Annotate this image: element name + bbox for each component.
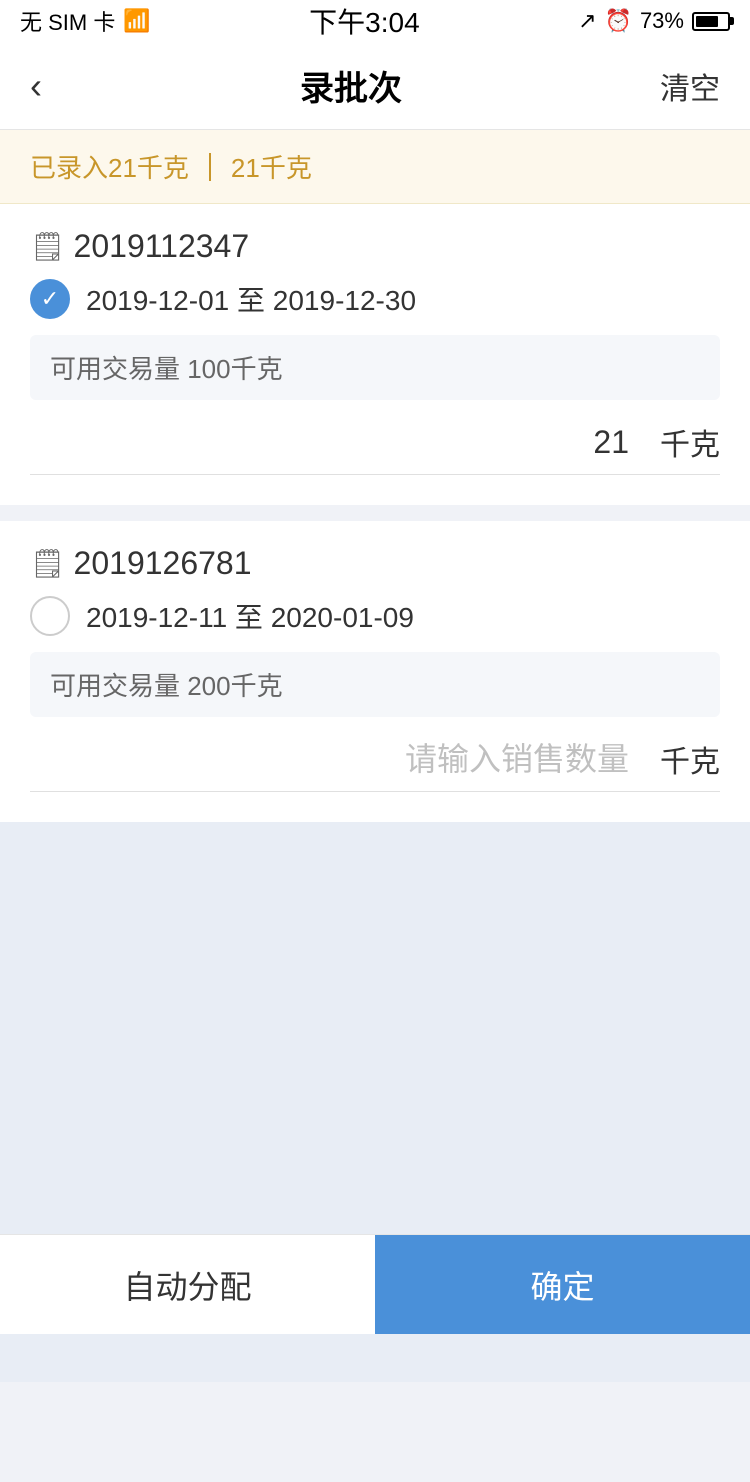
auto-distribute-button[interactable]: 自动分配: [0, 1235, 375, 1334]
batch-unit-2: 千克: [660, 737, 720, 781]
status-right: ↗ ⏰ 73%: [578, 8, 730, 34]
batch-date-row-1[interactable]: 2019-12-01 至 2019-12-30: [30, 279, 720, 319]
batch-input-row-1: 千克: [30, 420, 720, 475]
batch-quantity-input-1[interactable]: [224, 424, 644, 461]
batch-input-row-2: 千克: [30, 737, 720, 792]
batch-item-1: 🗒 2019112347 2019-12-01 至 2019-12-30 可用交…: [0, 204, 750, 505]
batch-item-2: 🗒 2019126781 2019-12-11 至 2020-01-09 可用交…: [0, 505, 750, 822]
batch-id-1: 2019112347: [74, 228, 250, 265]
alarm-icon: ⏰: [605, 8, 632, 34]
batch-avail-text-1: 可用交易量 100千克: [50, 354, 283, 384]
battery-percent: 73%: [640, 8, 684, 34]
carrier-text: 无 SIM 卡: [20, 5, 115, 37]
nav-bar: ‹ 录批次 清空: [0, 42, 750, 130]
batch-id-icon-1: 🗒: [30, 230, 66, 263]
batch-avail-box-1: 可用交易量 100千克: [30, 335, 720, 400]
confirm-button[interactable]: 确定: [375, 1235, 750, 1334]
location-icon: ↗: [578, 8, 596, 34]
status-time: 下午3:04: [309, 1, 420, 41]
page-title: 录批次: [300, 61, 402, 110]
total-text: 21千克: [231, 148, 312, 185]
batch-date-2: 2019-12-11 至 2020-01-09: [86, 596, 414, 636]
batch-unit-1: 千克: [660, 420, 720, 464]
batch-date-row-2[interactable]: 2019-12-11 至 2020-01-09: [30, 596, 720, 636]
batch-header-2: 🗒 2019126781: [30, 545, 720, 582]
summary-banner: 已录入21千克 21千克: [0, 130, 750, 204]
batch-radio-2[interactable]: [30, 596, 70, 636]
batch-avail-text-2: 可用交易量 200千克: [50, 671, 283, 701]
batch-radio-1[interactable]: [30, 279, 70, 319]
clear-button[interactable]: 清空: [660, 64, 720, 108]
wifi-icon: 📶: [123, 8, 150, 34]
batch-avail-box-2: 可用交易量 200千克: [30, 652, 720, 717]
batch-quantity-input-2[interactable]: [224, 741, 644, 778]
batch-header-1: 🗒 2019112347: [30, 228, 720, 265]
status-left: 无 SIM 卡 📶: [20, 5, 151, 37]
battery-icon: [692, 12, 730, 31]
batch-list: 🗒 2019112347 2019-12-01 至 2019-12-30 可用交…: [0, 204, 750, 822]
summary-divider: [209, 153, 211, 181]
bottom-bar: 自动分配 确定: [0, 1234, 750, 1334]
batch-date-1: 2019-12-01 至 2019-12-30: [86, 279, 416, 319]
batch-id-icon-2: 🗒: [30, 547, 66, 580]
batch-id-2: 2019126781: [74, 545, 252, 582]
status-bar: 无 SIM 卡 📶 下午3:04 ↗ ⏰ 73%: [0, 0, 750, 42]
recorded-text: 已录入21千克: [30, 148, 189, 185]
back-button[interactable]: ‹: [30, 65, 42, 107]
